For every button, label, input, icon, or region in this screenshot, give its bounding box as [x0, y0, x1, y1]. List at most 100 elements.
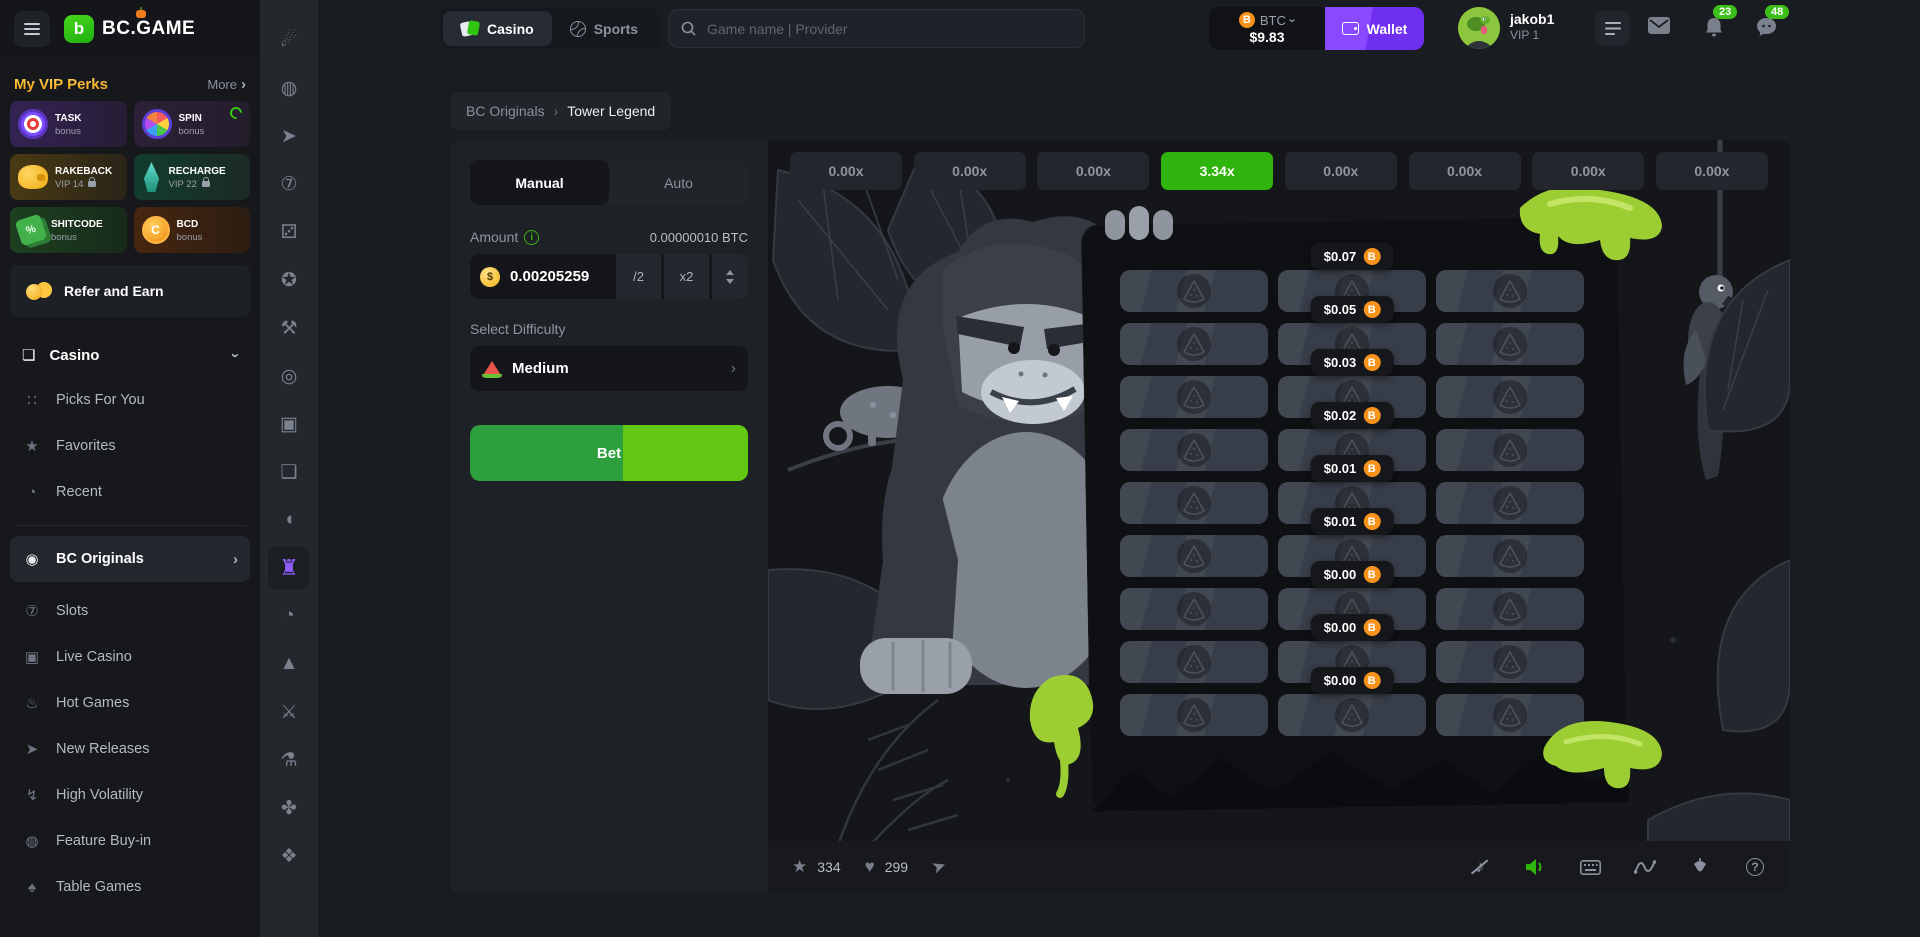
- amount-input[interactable]: [508, 267, 603, 286]
- game-gem-icon[interactable]: ❖: [275, 842, 303, 870]
- game-mine-icon[interactable]: ✪: [275, 266, 303, 294]
- tower-cell-4-1[interactable]: [1120, 429, 1268, 471]
- sidebar-item-favorites[interactable]: ★Favorites: [10, 423, 250, 469]
- game-cards-icon[interactable]: ❏: [275, 458, 303, 486]
- tab-casino[interactable]: Casino: [443, 11, 552, 46]
- sidebar-item-table-games[interactable]: ♠Table Games: [10, 864, 250, 910]
- tab-auto[interactable]: Auto: [609, 160, 748, 205]
- game-peak-icon[interactable]: ▲: [275, 650, 303, 678]
- sidebar-item-feature-buy-in[interactable]: ◍Feature Buy-in: [10, 818, 250, 864]
- history-pill-5[interactable]: 0.00x: [1285, 152, 1397, 190]
- star-rating-icon[interactable]: ★: [792, 857, 807, 877]
- quick-menu-button[interactable]: [1595, 11, 1630, 46]
- game-tower-icon[interactable]: ♜: [268, 547, 310, 589]
- user-avatar[interactable]: [1458, 7, 1500, 49]
- tower-cell-9-1[interactable]: [1120, 694, 1268, 736]
- tower-cell-2-1[interactable]: [1120, 323, 1268, 365]
- refer-and-earn-card[interactable]: Refer and Earn: [10, 265, 250, 317]
- history-pill-4[interactable]: 3.34x: [1161, 152, 1273, 190]
- live-stats-icon[interactable]: [1634, 856, 1656, 878]
- half-amount-button[interactable]: /2: [616, 254, 661, 299]
- breadcrumb-parent[interactable]: BC Originals: [466, 103, 545, 119]
- game-potion-icon[interactable]: ⚗: [275, 746, 303, 774]
- history-pill-3[interactable]: 0.00x: [1037, 152, 1149, 190]
- step-up-icon[interactable]: [726, 270, 734, 275]
- sidebar-item-hot-games[interactable]: ♨Hot Games: [10, 680, 250, 726]
- tower-cell-3-3[interactable]: [1436, 376, 1584, 418]
- amount-stepper[interactable]: [712, 254, 748, 299]
- tower-cell-5-3[interactable]: [1436, 482, 1584, 524]
- hotkeys-icon[interactable]: [1579, 856, 1601, 878]
- sidebar-item-casino[interactable]: ❏ Casino ›: [10, 333, 250, 377]
- game-clock-icon[interactable]: ◔: [275, 602, 303, 630]
- tower-cell-2-3[interactable]: [1436, 323, 1584, 365]
- step-down-icon[interactable]: [726, 279, 734, 284]
- seed-icon[interactable]: [1689, 856, 1711, 878]
- game-dice-icon[interactable]: ⚂: [275, 218, 303, 246]
- history-pill-1[interactable]: 0.00x: [790, 152, 902, 190]
- tower-cell-8-1[interactable]: [1120, 641, 1268, 683]
- game-flower-icon[interactable]: ✤: [275, 794, 303, 822]
- wallet-button[interactable]: Wallet: [1325, 7, 1424, 50]
- vip-card-recharge[interactable]: RECHARGEVIP 22: [134, 154, 251, 200]
- game-seven-icon[interactable]: ⑦: [275, 170, 303, 198]
- tower-cell-7-1[interactable]: [1120, 588, 1268, 630]
- vip-cards: TASKbonusSPINbonusRAKEBACKVIP 14RECHARGE…: [10, 101, 250, 253]
- double-amount-button[interactable]: x2: [664, 254, 709, 299]
- vip-card-rakeback[interactable]: RAKEBACKVIP 14: [10, 154, 127, 200]
- balance-selector[interactable]: B BTC › $9.83: [1209, 7, 1325, 50]
- tower-cell-5-1[interactable]: [1120, 482, 1268, 524]
- user-info[interactable]: jakob1 VIP 1: [1510, 10, 1554, 44]
- game-ball-icon[interactable]: ◍: [275, 74, 303, 102]
- help-icon[interactable]: ?: [1744, 856, 1766, 878]
- amount-input-group: $ /2 x2: [470, 254, 748, 299]
- difficulty-select[interactable]: Medium ›: [470, 346, 748, 391]
- sidebar-item-bc-originals[interactable]: ◉BC Originals›: [10, 536, 250, 582]
- game-moon-icon[interactable]: ◖: [275, 506, 303, 534]
- hamburger-menu-button[interactable]: [14, 11, 50, 47]
- vip-card-task[interactable]: TASKbonus: [10, 101, 127, 147]
- tower-cell-7-3[interactable]: [1436, 588, 1584, 630]
- game-swords-icon[interactable]: ⚔: [275, 698, 303, 726]
- search-input[interactable]: [705, 20, 1072, 38]
- currency-code: BTC: [1260, 13, 1286, 28]
- info-icon[interactable]: i: [524, 230, 539, 245]
- tower-cell-8-3[interactable]: [1436, 641, 1584, 683]
- history-pill-8[interactable]: 0.00x: [1656, 152, 1768, 190]
- game-panel-icon[interactable]: ▣: [275, 410, 303, 438]
- sidebar-item-high-volatility[interactable]: ↯High Volatility: [10, 772, 250, 818]
- tower-cell-1-1[interactable]: [1120, 270, 1268, 312]
- game-comet-icon[interactable]: ☄: [275, 26, 303, 54]
- chat-button[interactable]: 48: [1756, 17, 1777, 42]
- sound-on-icon[interactable]: [1524, 856, 1546, 878]
- history-pill-6[interactable]: 0.00x: [1409, 152, 1521, 190]
- tower-cell-9-2[interactable]: [1278, 694, 1426, 736]
- sidebar-item-new-releases[interactable]: ➤New Releases: [10, 726, 250, 772]
- notifications-button[interactable]: 23: [1704, 17, 1724, 43]
- game-ring-icon[interactable]: ◎: [275, 362, 303, 390]
- sidebar-item-picks-for-you[interactable]: ∷Picks For You: [10, 377, 250, 423]
- tab-manual[interactable]: Manual: [470, 160, 609, 205]
- tower-cell-6-3[interactable]: [1436, 535, 1584, 577]
- inbox-button[interactable]: [1648, 17, 1670, 39]
- heart-like-icon[interactable]: ♥: [865, 857, 875, 877]
- music-off-icon[interactable]: ♪: [1469, 856, 1491, 878]
- game-hammer-icon[interactable]: ⚒: [275, 314, 303, 342]
- game-rocket-icon[interactable]: ➤: [275, 122, 303, 150]
- tower-cell-3-1[interactable]: [1120, 376, 1268, 418]
- sidebar-item-recent[interactable]: ◔Recent: [10, 469, 250, 515]
- vip-card-bcd[interactable]: CBCDbonus: [134, 207, 251, 253]
- vip-card-spin[interactable]: SPINbonus: [134, 101, 251, 147]
- bet-button[interactable]: Bet: [470, 425, 748, 481]
- history-pill-2[interactable]: 0.00x: [914, 152, 1026, 190]
- history-pill-7[interactable]: 0.00x: [1532, 152, 1644, 190]
- tower-cell-6-1[interactable]: [1120, 535, 1268, 577]
- sidebar-item-slots[interactable]: ⑦Slots: [10, 588, 250, 634]
- tower-cell-4-3[interactable]: [1436, 429, 1584, 471]
- vip-card-shitcode[interactable]: %SHITCODEbonus: [10, 207, 127, 253]
- share-plane-icon[interactable]: ➤: [929, 855, 949, 879]
- sidebar-item-live-casino[interactable]: ▣Live Casino: [10, 634, 250, 680]
- logo[interactable]: b BC.GAME: [64, 15, 195, 43]
- vip-more-link[interactable]: More›: [207, 76, 246, 93]
- tab-sports[interactable]: Sports: [552, 11, 656, 46]
